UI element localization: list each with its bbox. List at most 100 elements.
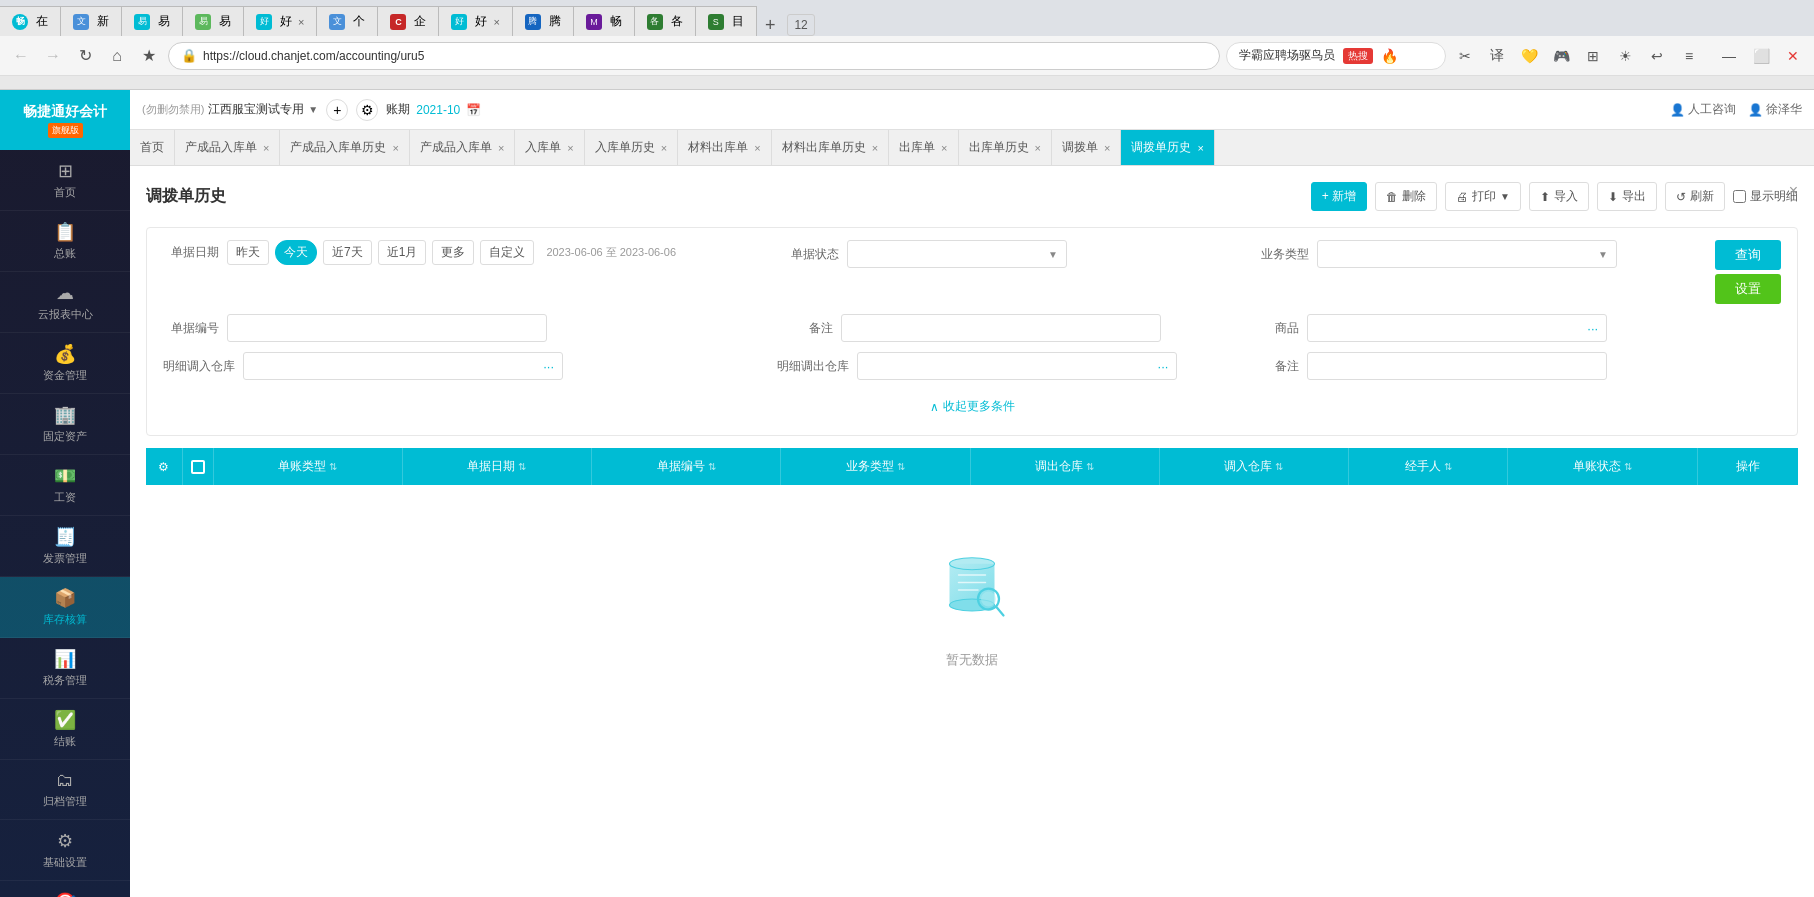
- browser-tab-6[interactable]: 文 个: [317, 6, 378, 36]
- maximize-button[interactable]: ⬜: [1748, 43, 1774, 69]
- browser-tab-10[interactable]: M 畅: [574, 6, 635, 36]
- date-7days-btn[interactable]: 近7天: [323, 240, 372, 265]
- goods-selector[interactable]: ···: [1307, 314, 1607, 342]
- tab-material-out-history[interactable]: 材料出库单历史 ×: [772, 130, 889, 165]
- tab-material-out[interactable]: 材料出库单 ×: [678, 130, 771, 165]
- browser-tab-9[interactable]: 腾 腾: [513, 6, 574, 36]
- sidebar-item-settings[interactable]: ⚙ 基础设置: [0, 820, 130, 881]
- sidebar-item-salary[interactable]: 💵 工资: [0, 455, 130, 516]
- th-checkbox[interactable]: [182, 448, 213, 485]
- customer-service-btn[interactable]: 👤 人工咨询: [1670, 101, 1736, 118]
- sidebar-item-report[interactable]: ☁ 云报表中心: [0, 272, 130, 333]
- grid-icon[interactable]: ⊞: [1580, 43, 1606, 69]
- browser-tab-5[interactable]: 好 好 ×: [244, 6, 317, 36]
- tab-count-badge[interactable]: 12: [787, 14, 814, 36]
- minimize-button[interactable]: —: [1716, 43, 1742, 69]
- forward-button[interactable]: →: [40, 43, 66, 69]
- th-doc-no[interactable]: 单据编号 ⇅: [592, 448, 781, 485]
- header-checkbox[interactable]: [191, 460, 205, 474]
- browser-tab-1[interactable]: 畅 在: [0, 6, 61, 36]
- browser-tab-8[interactable]: 好 好 ×: [439, 6, 512, 36]
- address-bar[interactable]: 🔒 https://cloud.chanjet.com/accounting/u…: [168, 42, 1220, 70]
- refresh-button[interactable]: ↺ 刷新: [1665, 182, 1725, 211]
- tab-product-inbound-history-close[interactable]: ×: [392, 142, 398, 154]
- sidebar-item-assets[interactable]: 🏢 固定资产: [0, 394, 130, 455]
- th-out-warehouse[interactable]: 调出仓库 ⇅: [970, 448, 1159, 485]
- page-close-button[interactable]: ×: [1789, 182, 1798, 200]
- docno-input[interactable]: [227, 314, 547, 342]
- th-doc-type[interactable]: 单账类型 ⇅: [213, 448, 402, 485]
- delete-button[interactable]: 🗑 删除: [1375, 182, 1437, 211]
- gear-settings-button[interactable]: ⚙: [356, 99, 378, 121]
- tab-transfer-close[interactable]: ×: [1104, 142, 1110, 154]
- tab-inbound[interactable]: 入库单 ×: [515, 130, 584, 165]
- tab-product-inbound2-close[interactable]: ×: [498, 142, 504, 154]
- browser-tab-11[interactable]: 各 各: [635, 6, 696, 36]
- tab-product-inbound-close[interactable]: ×: [263, 142, 269, 154]
- new-button[interactable]: + 新增: [1311, 182, 1367, 211]
- query-button[interactable]: 查询: [1715, 240, 1781, 270]
- new-tab-button[interactable]: +: [757, 15, 784, 36]
- date-1month-btn[interactable]: 近1月: [378, 240, 427, 265]
- note2-input[interactable]: [1307, 352, 1607, 380]
- filter-settings-button[interactable]: 设置: [1715, 274, 1781, 304]
- tab-close-5[interactable]: ×: [298, 16, 304, 28]
- tab-transfer[interactable]: 调拨单 ×: [1052, 130, 1121, 165]
- game-icon[interactable]: 🎮: [1548, 43, 1574, 69]
- warehouse-in-selector[interactable]: ···: [243, 352, 563, 380]
- tab-outbound-history-close[interactable]: ×: [1035, 142, 1041, 154]
- th-doc-status[interactable]: 单账状态 ⇅: [1508, 448, 1697, 485]
- tab-product-inbound2[interactable]: 产成品入库单 ×: [410, 130, 515, 165]
- th-handler[interactable]: 经手人 ⇅: [1349, 448, 1508, 485]
- menu-icon[interactable]: ≡: [1676, 43, 1702, 69]
- th-gear[interactable]: ⚙: [146, 448, 182, 485]
- tab-outbound-history[interactable]: 出库单历史 ×: [959, 130, 1052, 165]
- browser-tab-2[interactable]: 文 新: [61, 6, 122, 36]
- tab-material-out-history-close[interactable]: ×: [872, 142, 878, 154]
- tab-transfer-history[interactable]: 调拨单历史 ×: [1121, 130, 1214, 165]
- sidebar-item-close[interactable]: ✅ 结账: [0, 699, 130, 760]
- browser-tab-3[interactable]: 易 易: [122, 6, 183, 36]
- sidebar-item-funds[interactable]: 💰 资金管理: [0, 333, 130, 394]
- calendar-icon[interactable]: 📅: [466, 103, 481, 117]
- tab-inbound-history[interactable]: 入库单历史 ×: [585, 130, 678, 165]
- th-in-warehouse[interactable]: 调入仓库 ⇅: [1159, 448, 1348, 485]
- import-button[interactable]: ⬆ 导入: [1529, 182, 1589, 211]
- refresh-browser-button[interactable]: ↻: [72, 43, 98, 69]
- back-button[interactable]: ←: [8, 43, 34, 69]
- browser-search-bar[interactable]: 学霸应聘场驱鸟员 热搜 🔥: [1226, 42, 1446, 70]
- date-yesterday-btn[interactable]: 昨天: [227, 240, 269, 265]
- sidebar-item-inventory[interactable]: 📦 库存核算: [0, 577, 130, 638]
- sidebar-item-archive[interactable]: 🗂 归档管理: [0, 760, 130, 820]
- tab-product-inbound[interactable]: 产成品入库单 ×: [175, 130, 280, 165]
- collapse-button[interactable]: ∧ 收起更多条件: [163, 390, 1781, 423]
- company-selector[interactable]: (勿删勿禁用) 江西服宝测试专用 ▼: [142, 101, 318, 118]
- sidebar-item-ledger[interactable]: 📋 总账: [0, 211, 130, 272]
- status-select[interactable]: ▼: [847, 240, 1067, 268]
- sidebar-item-invoice[interactable]: 🧾 发票管理: [0, 516, 130, 577]
- bookmark-button[interactable]: ★: [136, 43, 162, 69]
- sidebar-item-home[interactable]: ⊞ 首页: [0, 150, 130, 211]
- sidebar-item-guide[interactable]: 🎯 新手引导: [0, 881, 130, 897]
- browser-tab-12[interactable]: S 目: [696, 6, 757, 36]
- home-button[interactable]: ⌂: [104, 43, 130, 69]
- date-today-btn[interactable]: 今天: [275, 240, 317, 265]
- export-button[interactable]: ⬇ 导出: [1597, 182, 1657, 211]
- date-custom-btn[interactable]: 自定义: [480, 240, 534, 265]
- th-doc-date[interactable]: 单据日期 ⇅: [402, 448, 591, 485]
- sidebar-item-tax[interactable]: 📊 税务管理: [0, 638, 130, 699]
- wallet-icon[interactable]: 💛: [1516, 43, 1542, 69]
- business-type-select[interactable]: ▼: [1317, 240, 1617, 268]
- tab-close-8[interactable]: ×: [493, 16, 499, 28]
- add-company-button[interactable]: +: [326, 99, 348, 121]
- browser-tab-4[interactable]: 易 易: [183, 6, 244, 36]
- tab-outbound-close[interactable]: ×: [941, 142, 947, 154]
- warehouse-out-selector[interactable]: ···: [857, 352, 1177, 380]
- tab-transfer-history-close[interactable]: ×: [1197, 142, 1203, 154]
- undo-icon[interactable]: ↩: [1644, 43, 1670, 69]
- tab-product-inbound-history[interactable]: 产成品入库单历史 ×: [280, 130, 409, 165]
- user-avatar[interactable]: 👤 徐泽华: [1748, 101, 1802, 118]
- close-browser-button[interactable]: ✕: [1780, 43, 1806, 69]
- display-checkbox[interactable]: [1733, 190, 1746, 203]
- note-input[interactable]: [841, 314, 1161, 342]
